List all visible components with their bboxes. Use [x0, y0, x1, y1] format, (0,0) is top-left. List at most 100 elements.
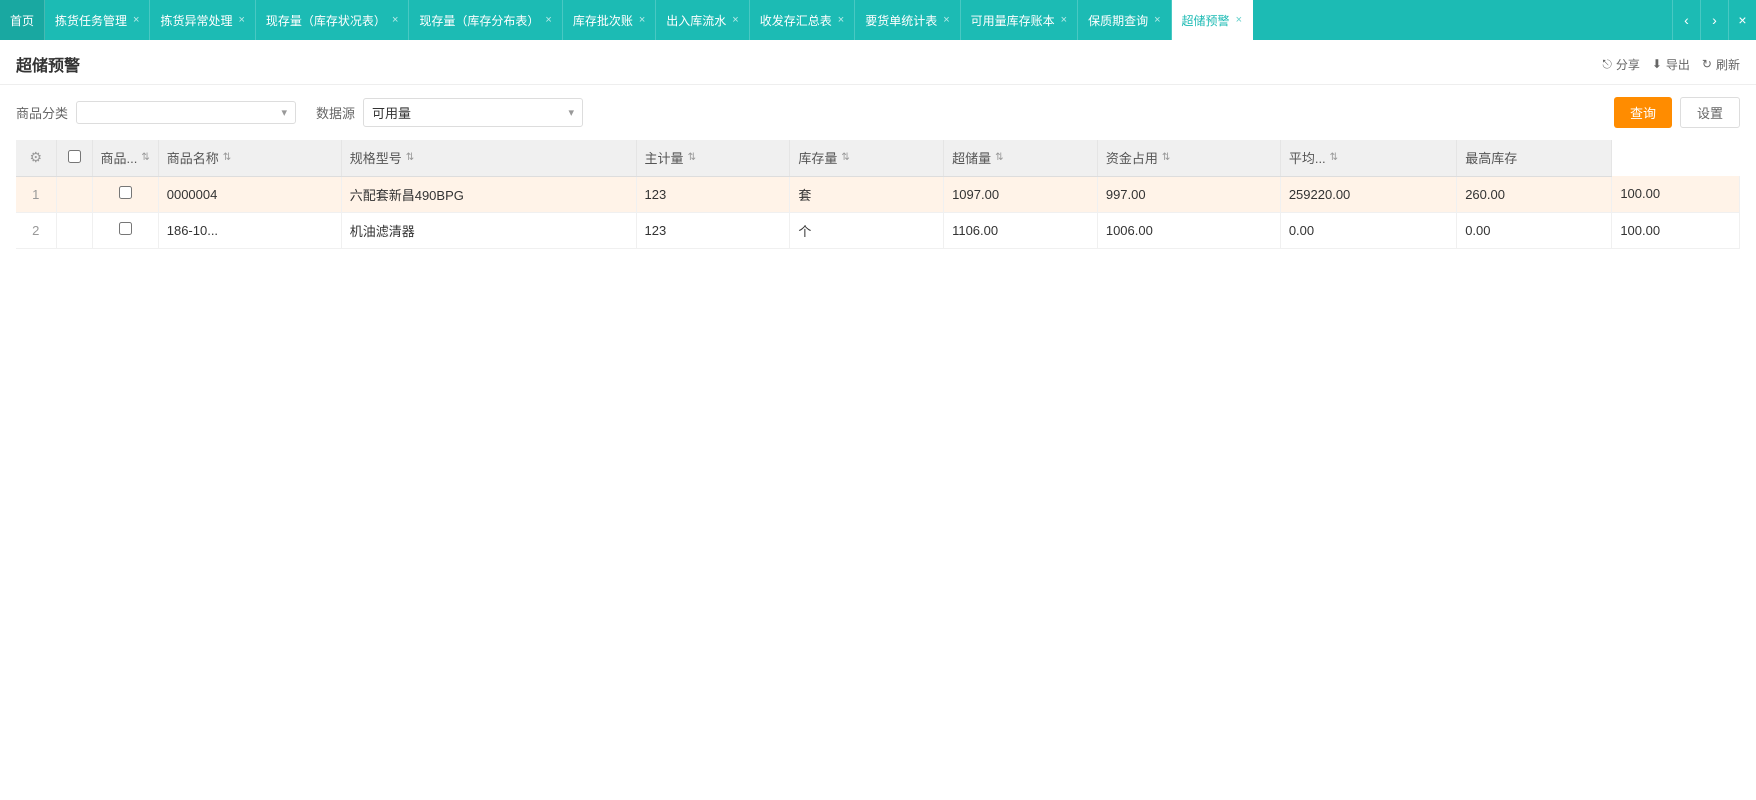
cell-max-stock: 100.00: [1612, 176, 1740, 212]
gear-icon[interactable]: ⚙: [29, 149, 42, 165]
row-settings: [56, 212, 92, 248]
sort-icon: ⇅: [1330, 152, 1338, 163]
table-container: ⚙ 商品... ⇅ 商品名称 ⇅: [0, 140, 1756, 249]
close-icon[interactable]: ×: [133, 14, 139, 26]
close-icon[interactable]: ×: [238, 14, 244, 26]
col-header-avg[interactable]: 平均... ⇅: [1280, 140, 1456, 176]
table-header-row: ⚙ 商品... ⇅ 商品名称 ⇅: [16, 140, 1740, 176]
page-header: 超储预警 ⎋ 分享 ⬇ 导出 ↻ 刷新: [0, 40, 1756, 85]
nav-left-arrow[interactable]: ‹: [1672, 0, 1700, 40]
close-icon[interactable]: ×: [639, 14, 645, 26]
cell-avg: 260.00: [1457, 176, 1612, 212]
row-checkbox[interactable]: [119, 222, 132, 235]
datasource-select-value: 可用量: [372, 103, 411, 122]
cell-max-stock: 100.00: [1612, 212, 1740, 248]
nav-close-arrow[interactable]: ×: [1728, 0, 1756, 40]
close-icon[interactable]: ×: [838, 14, 844, 26]
refresh-icon: ↻: [1702, 57, 1712, 71]
col-header-stock[interactable]: 库存量 ⇅: [790, 140, 944, 176]
cell-unit: 个: [790, 212, 944, 248]
col-label-unit: 主计量: [645, 148, 684, 167]
col-label-stock: 库存量: [798, 148, 837, 167]
cell-avg: 0.00: [1457, 212, 1612, 248]
cell-stock: 1097.00: [944, 176, 1098, 212]
table-row: 2 186-10... 机油滤清器 123 个 1106.00 1006.00 …: [16, 212, 1740, 248]
close-icon[interactable]: ×: [545, 14, 551, 26]
col-header-settings[interactable]: ⚙: [16, 140, 56, 176]
col-header-capital[interactable]: 资金占用 ⇅: [1097, 140, 1280, 176]
sort-icon: ⇅: [141, 152, 149, 163]
tab-home[interactable]: 首页: [0, 0, 45, 40]
chevron-down-icon: ▾: [281, 106, 287, 119]
cell-overstock: 997.00: [1097, 176, 1280, 212]
col-label-avg: 平均...: [1289, 148, 1326, 167]
col-label-spec: 规格型号: [350, 148, 402, 167]
datasource-filter-group: 数据源 可用量 ▾: [316, 98, 583, 127]
close-icon[interactable]: ×: [943, 14, 949, 26]
row-index: [92, 212, 158, 248]
table-body: 1 0000004 六配套新昌490BPG 123 套 1097.00 997.…: [16, 176, 1740, 248]
cell-spec: 123: [636, 212, 790, 248]
col-label-product-name: 商品名称: [167, 148, 219, 167]
tab-order-stat[interactable]: 要货单统计表 ×: [855, 0, 960, 40]
tab-quality-period[interactable]: 保质期查询 ×: [1078, 0, 1171, 40]
tab-in-out-flow[interactable]: 出入库流水 ×: [656, 0, 749, 40]
sort-icon: ⇅: [995, 152, 1003, 163]
data-table: ⚙ 商品... ⇅ 商品名称 ⇅: [16, 140, 1740, 249]
col-header-overstock[interactable]: 超储量 ⇅: [944, 140, 1098, 176]
filter-area: 商品分类 ▾ 数据源 可用量 ▾ 查询 设置: [0, 85, 1756, 140]
chevron-down-icon: ▾: [569, 106, 575, 119]
nav-right-arrow[interactable]: ›: [1700, 0, 1728, 40]
tab-pick-exception[interactable]: 拣货异常处理 ×: [150, 0, 255, 40]
col-header-checkbox[interactable]: [56, 140, 92, 176]
sort-icon: ⇅: [1162, 152, 1170, 163]
category-label: 商品分类: [16, 103, 68, 122]
tab-stock-status[interactable]: 现存量（库存状况表） ×: [256, 0, 409, 40]
category-filter-group: 商品分类 ▾: [16, 101, 296, 124]
col-label-overstock: 超储量: [952, 148, 991, 167]
row-number: 2: [16, 212, 56, 248]
tab-pick-task[interactable]: 拣货任务管理 ×: [45, 0, 150, 40]
share-icon: ⎋: [1602, 57, 1612, 72]
cell-capital: 259220.00: [1280, 176, 1456, 212]
cell-product-code: 186-10...: [158, 212, 341, 248]
close-icon[interactable]: ×: [1236, 14, 1242, 26]
col-header-product-code[interactable]: 商品... ⇅: [92, 140, 158, 176]
tab-stock-batch[interactable]: 库存批次账 ×: [563, 0, 656, 40]
page-content: 超储预警 ⎋ 分享 ⬇ 导出 ↻ 刷新 商品分类 ▾ 数据源: [0, 40, 1756, 800]
tab-overstock-warning[interactable]: 超储预警 ×: [1172, 0, 1253, 40]
cell-capital: 0.00: [1280, 212, 1456, 248]
col-header-max-stock[interactable]: 最高库存: [1457, 140, 1612, 176]
cell-unit: 套: [790, 176, 944, 212]
tab-stock-dist[interactable]: 现存量（库存分布表） ×: [409, 0, 562, 40]
refresh-button[interactable]: ↻ 刷新: [1702, 56, 1740, 73]
tab-recv-send-summary[interactable]: 收发存汇总表 ×: [750, 0, 855, 40]
close-icon[interactable]: ×: [1154, 14, 1160, 26]
cell-product-name: 机油滤清器: [341, 212, 636, 248]
category-select[interactable]: ▾: [76, 101, 296, 124]
row-index: [92, 176, 158, 212]
datasource-select[interactable]: 可用量 ▾: [363, 98, 583, 127]
share-button[interactable]: ⎋ 分享: [1602, 56, 1640, 73]
top-navigation: 首页 拣货任务管理 × 拣货异常处理 × 现存量（库存状况表） × 现存量（库存…: [0, 0, 1756, 40]
settings-button[interactable]: 设置: [1680, 97, 1740, 128]
col-label-product-code: 商品...: [101, 148, 138, 167]
close-icon[interactable]: ×: [1061, 14, 1067, 26]
col-header-product-name[interactable]: 商品名称 ⇅: [158, 140, 341, 176]
col-header-spec[interactable]: 规格型号 ⇅: [341, 140, 636, 176]
select-all-checkbox[interactable]: [68, 150, 81, 163]
header-actions: ⎋ 分享 ⬇ 导出 ↻ 刷新: [1602, 56, 1740, 73]
export-button[interactable]: ⬇ 导出: [1652, 56, 1690, 73]
row-checkbox[interactable]: [119, 186, 132, 199]
cell-overstock: 1006.00: [1097, 212, 1280, 248]
export-icon: ⬇: [1652, 57, 1662, 71]
row-settings: [56, 176, 92, 212]
query-button[interactable]: 查询: [1614, 97, 1672, 128]
close-icon[interactable]: ×: [392, 14, 398, 26]
cell-product-code: 0000004: [158, 176, 341, 212]
tab-available-stock[interactable]: 可用量库存账本 ×: [961, 0, 1078, 40]
close-icon[interactable]: ×: [732, 14, 738, 26]
col-label-capital: 资金占用: [1106, 148, 1158, 167]
col-header-unit[interactable]: 主计量 ⇅: [636, 140, 790, 176]
datasource-label: 数据源: [316, 103, 355, 122]
